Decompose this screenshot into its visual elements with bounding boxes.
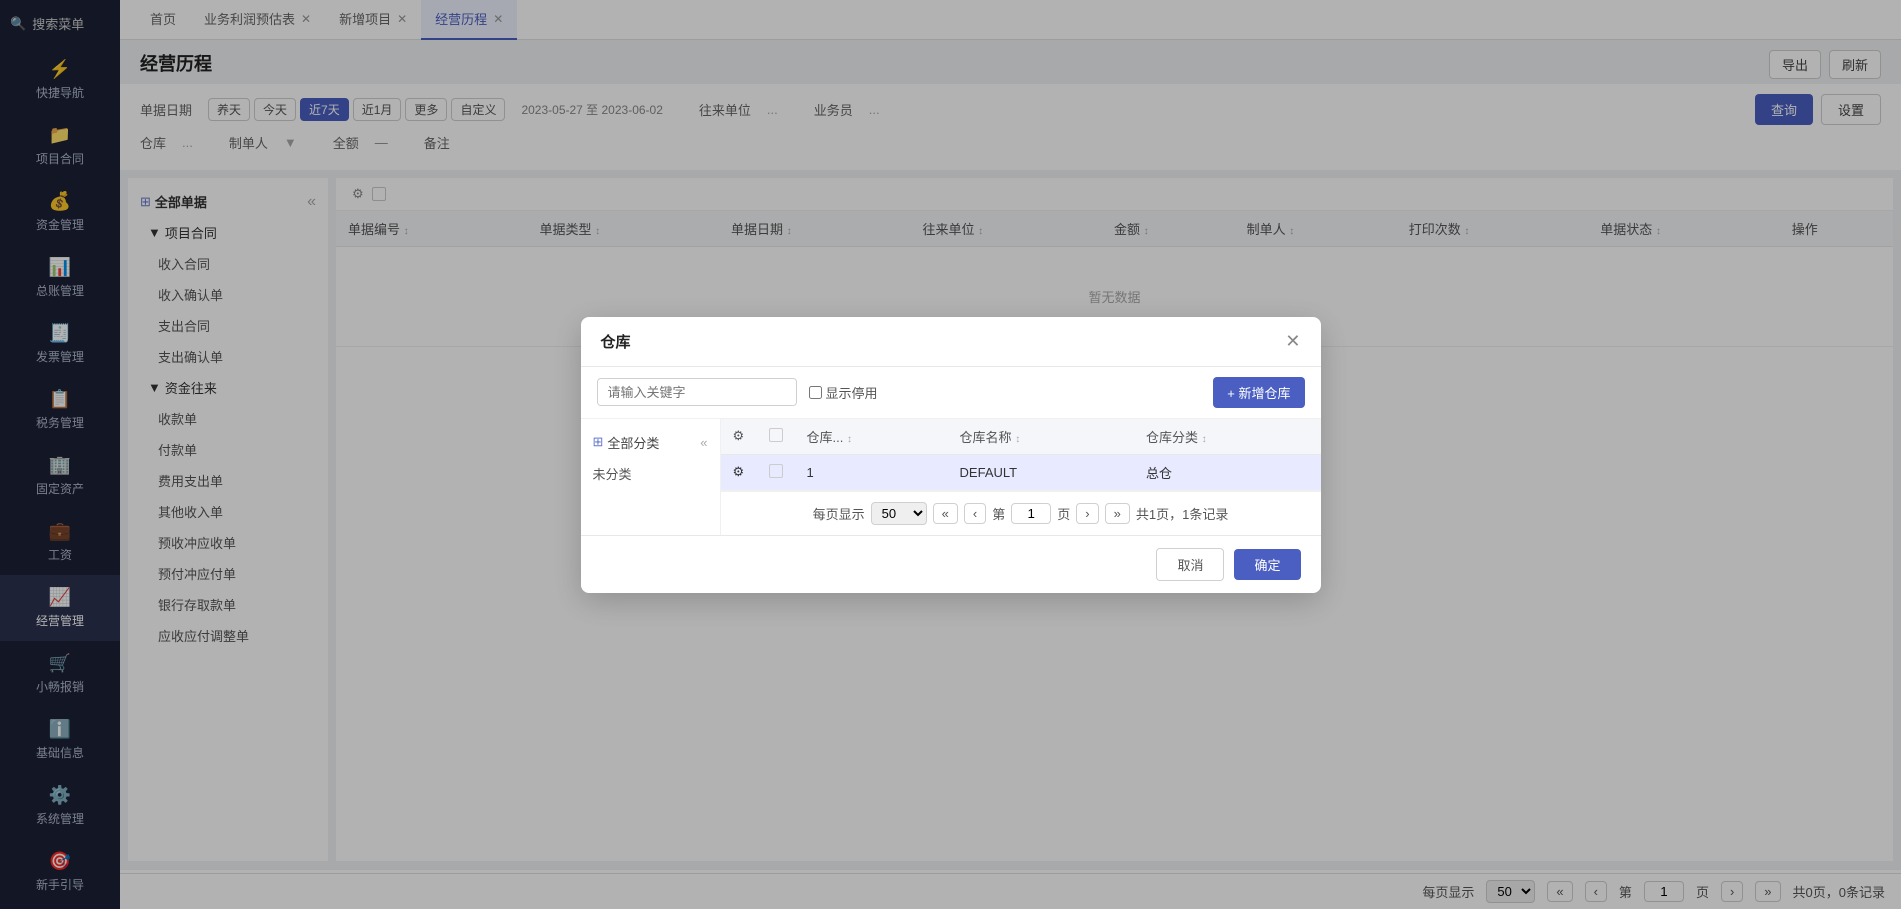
modal-next-page-btn[interactable]: › <box>1076 503 1098 524</box>
modal-pagination: 每页显示 50 100 « ‹ 第 页 › » 共1页，1条记录 <box>721 491 1321 535</box>
row-code: DEFAULT <box>948 454 1134 490</box>
modal-header: 仓库 ✕ <box>581 317 1321 367</box>
modal-select-all[interactable] <box>769 428 783 442</box>
modal-sidebar-item-uncategorized[interactable]: 未分类 <box>581 458 720 489</box>
modal-overlay: 仓库 ✕ 🔍 显示停用 + 新增仓库 <box>0 0 1901 909</box>
modal-col-settings: ⚙ <box>721 419 757 455</box>
modal-col-code: 仓库... ↕ <box>795 419 948 455</box>
show-disabled-label[interactable]: 显示停用 <box>809 383 878 402</box>
modal-sidebar-collapse-icon[interactable]: « <box>700 435 707 450</box>
row-name: 总仓 <box>1134 454 1320 490</box>
modal-search-box: 🔍 <box>597 378 797 406</box>
modal-sidebar-item-label: 未分类 <box>593 467 632 482</box>
modal-toolbar: 🔍 显示停用 + 新增仓库 <box>581 367 1321 419</box>
modal-close-button[interactable]: ✕ <box>1285 331 1300 352</box>
modal-table-content: ⚙ 仓库... ↕ 仓库名称 ↕ <box>721 419 1321 535</box>
sidebar-grid-icon: ⊞ <box>593 434 604 450</box>
modal-search-button[interactable]: 🔍 <box>794 379 797 405</box>
modal-col-category: 仓库分类 ↕ <box>1134 419 1320 455</box>
modal-body: ⊞ 全部分类 « 未分类 ⚙ <box>581 419 1321 535</box>
cancel-button[interactable]: 取消 <box>1156 548 1224 581</box>
add-warehouse-button[interactable]: + 新增仓库 <box>1213 377 1304 408</box>
show-disabled-text: 显示停用 <box>826 383 878 402</box>
modal-toolbar-left: 🔍 显示停用 <box>597 378 878 406</box>
modal-total-text: 共1页，1条记录 <box>1136 504 1228 523</box>
modal-footer: 取消 确定 <box>581 535 1321 593</box>
modal-sidebar-title: 全部分类 <box>607 433 659 452</box>
modal-col-checkbox <box>757 419 795 455</box>
warehouse-modal: 仓库 ✕ 🔍 显示停用 + 新增仓库 <box>581 317 1321 593</box>
row-id: 1 <box>795 454 948 490</box>
modal-last-page-btn[interactable]: » <box>1105 503 1130 524</box>
modal-table-area: ⚙ 仓库... ↕ 仓库名称 ↕ <box>721 419 1321 491</box>
modal-page-label-pre: 第 <box>992 504 1005 523</box>
modal-search-input[interactable] <box>598 380 794 405</box>
modal-per-page-select[interactable]: 50 100 <box>871 502 927 525</box>
modal-sidebar: ⊞ 全部分类 « 未分类 <box>581 419 721 535</box>
modal-page-suffix: 页 <box>1057 504 1070 523</box>
modal-first-page-btn[interactable]: « <box>933 503 958 524</box>
modal-sidebar-header: ⊞ 全部分类 « <box>581 427 720 458</box>
modal-per-page-label: 每页显示 <box>813 504 865 523</box>
modal-page-input[interactable] <box>1011 503 1051 524</box>
modal-title: 仓库 <box>601 331 631 352</box>
modal-prev-page-btn[interactable]: ‹ <box>964 503 986 524</box>
modal-col-name: 仓库名称 ↕ <box>948 419 1134 455</box>
show-disabled-checkbox[interactable] <box>809 386 822 399</box>
confirm-button[interactable]: 确定 <box>1234 549 1300 580</box>
modal-table: ⚙ 仓库... ↕ 仓库名称 ↕ <box>721 419 1321 491</box>
table-row[interactable]: ⚙ 1 DEFAULT 总仓 <box>721 454 1321 490</box>
row-settings-icon[interactable]: ⚙ <box>721 454 757 490</box>
row-checkbox[interactable] <box>757 454 795 490</box>
